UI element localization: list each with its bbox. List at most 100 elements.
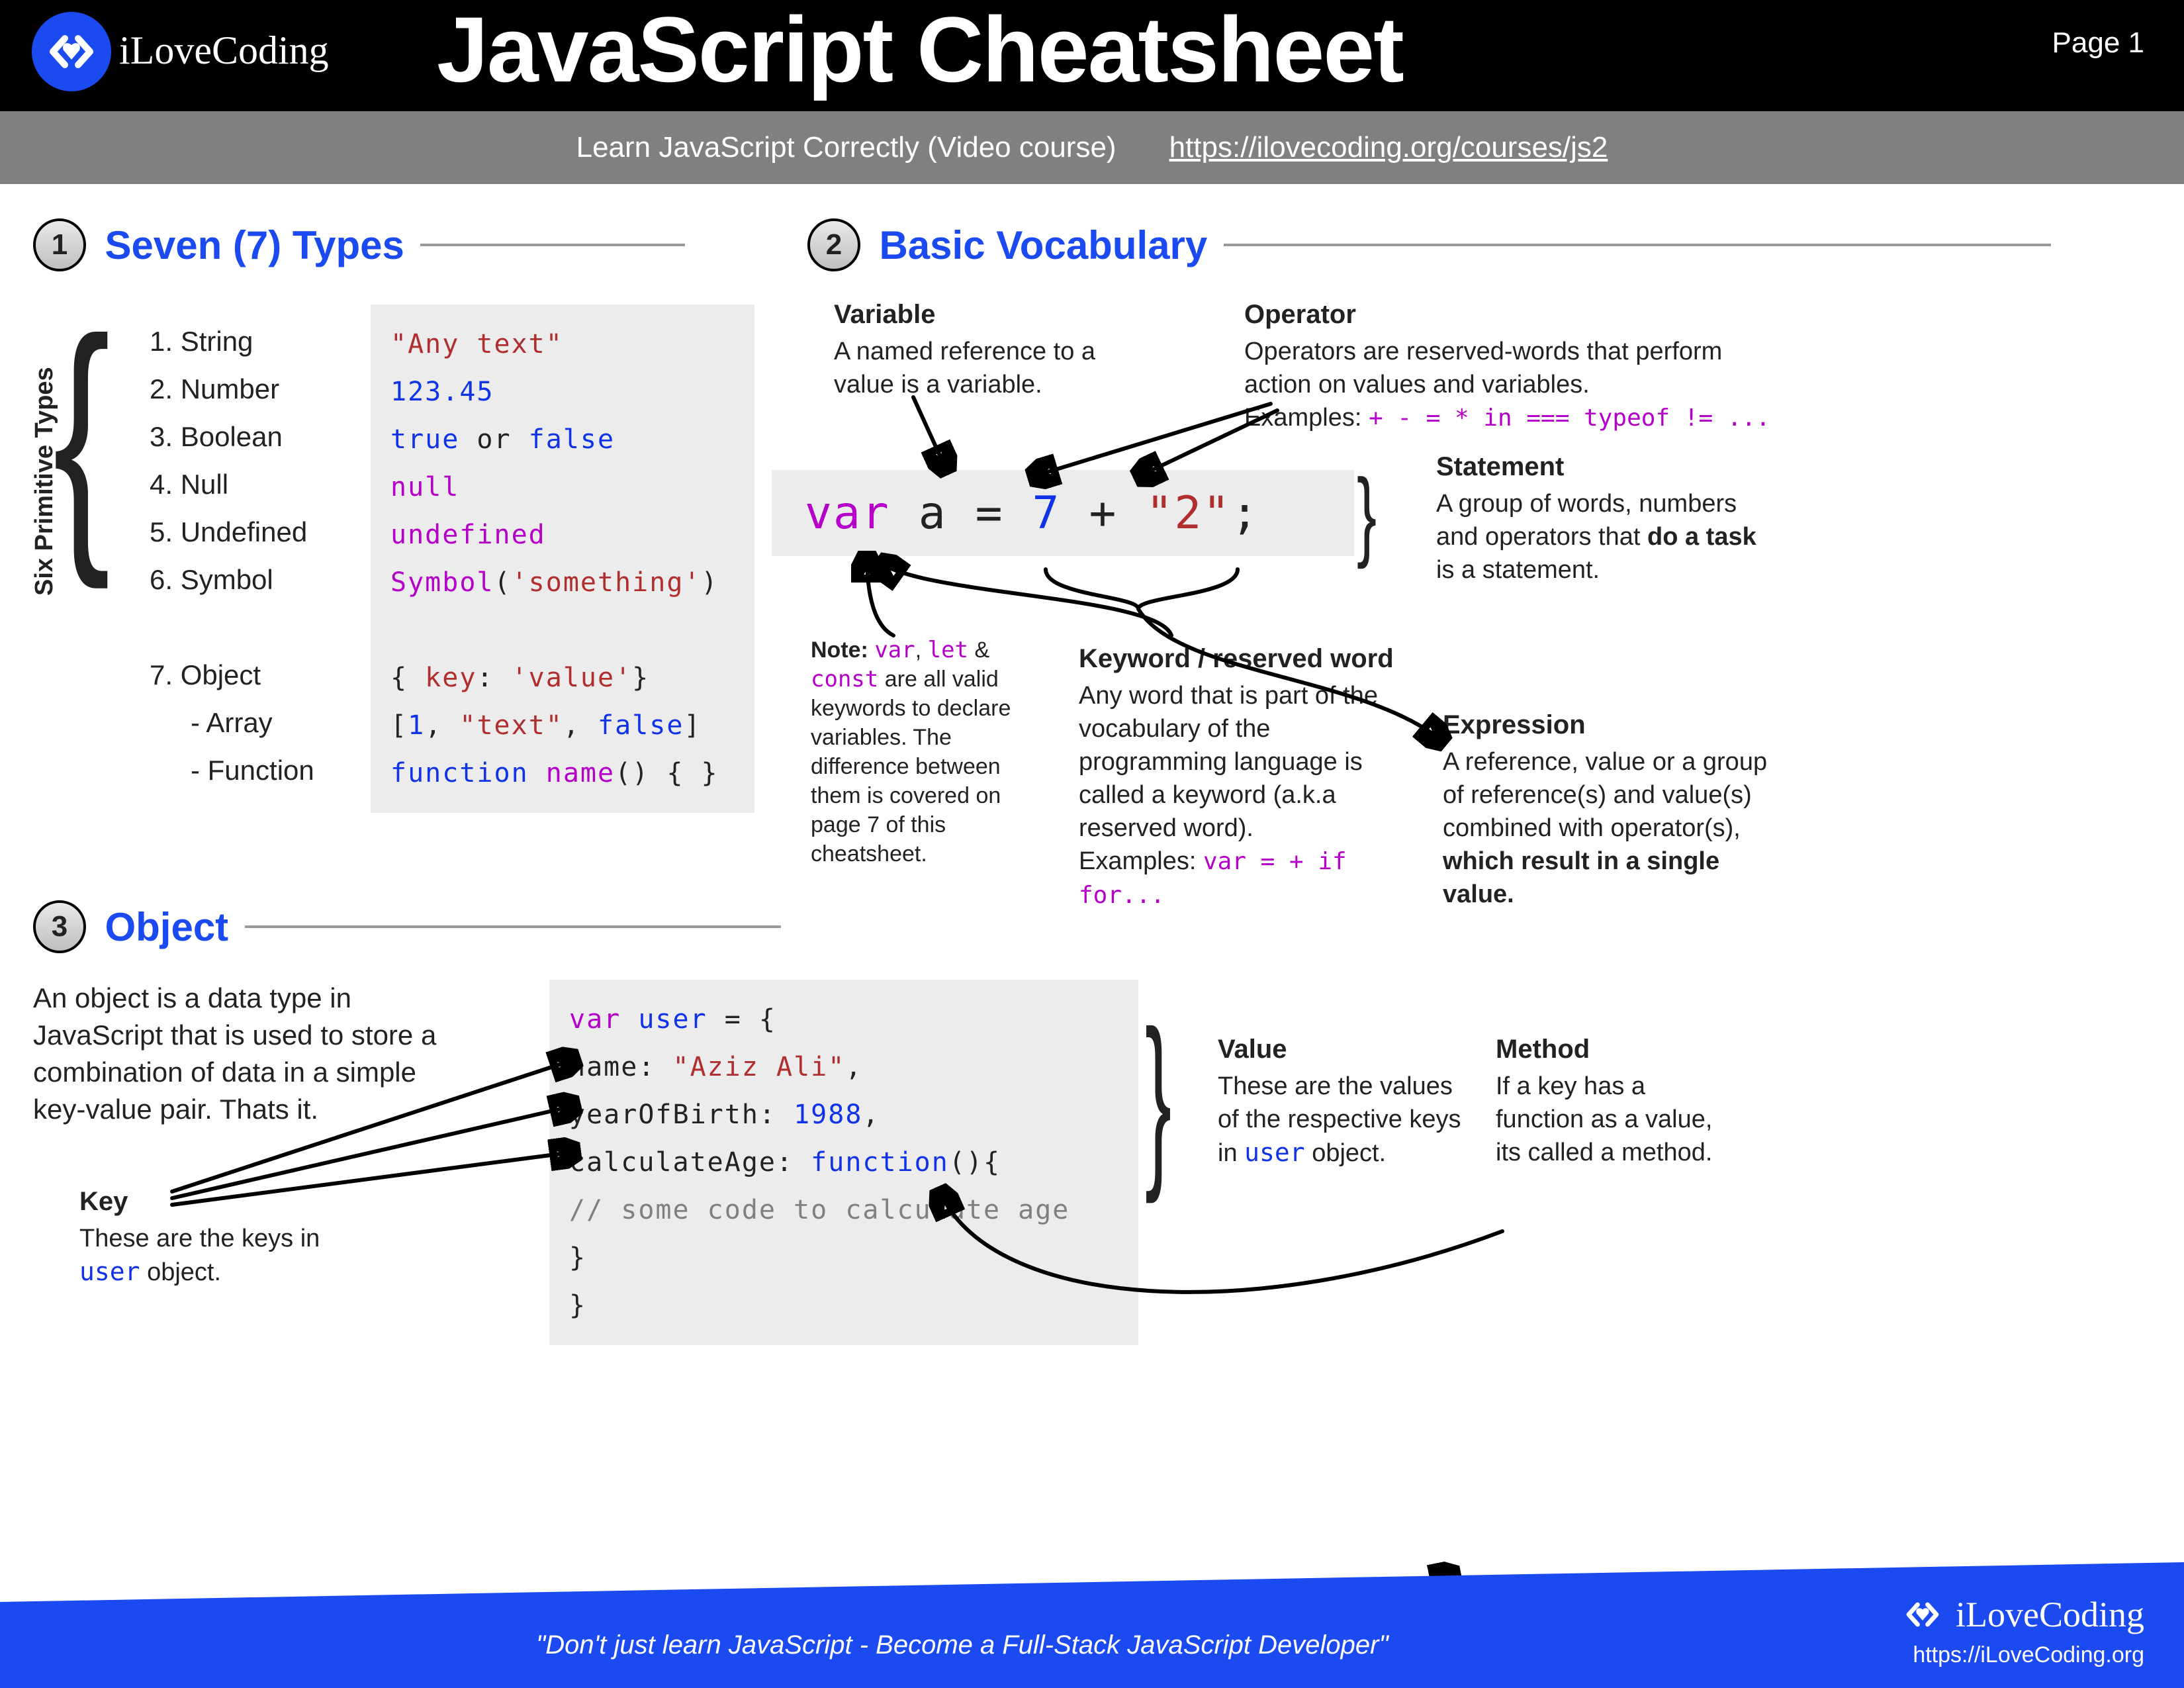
object-code-box: var user = { name: "Aziz Ali", yearOfBir… — [549, 980, 1138, 1345]
section-2-badge: 2 — [807, 218, 860, 271]
code-text: const — [811, 666, 878, 692]
code-text: 1 — [408, 710, 425, 741]
code-text: user — [1244, 1138, 1305, 1167]
code-text: 123.45 — [390, 377, 494, 407]
code-text: a — [919, 487, 976, 539]
code-text: 'value' — [512, 663, 633, 693]
code-text: 7 — [1032, 487, 1089, 539]
code-text: var — [805, 487, 919, 539]
type-item: 7. Object — [150, 651, 314, 699]
annotation-example-label: Examples: — [1244, 404, 1369, 432]
header-sub-bar: Learn JavaScript Correctly (Video course… — [0, 111, 2184, 184]
code-text: "Aziz Ali" — [673, 1052, 846, 1082]
section-2-heading: 2 Basic Vocabulary — [807, 218, 2051, 271]
code-text: ] — [684, 710, 701, 741]
type-item: 6. Symbol — [150, 556, 314, 604]
brand-logo-icon — [32, 12, 111, 91]
annotation-body: is a statement. — [1436, 556, 1600, 584]
type-item: 3. Boolean — [150, 413, 314, 461]
code-text: undefined — [390, 520, 546, 550]
section-3-badge: 3 — [33, 900, 86, 953]
code-text: user — [638, 1004, 724, 1035]
brace-icon: } — [1145, 988, 1171, 1207]
code-text: var — [874, 637, 915, 663]
brace-icon: { — [53, 299, 111, 575]
note-body: , — [915, 637, 928, 663]
code-text: "Any text" — [390, 329, 563, 359]
keyword-note: Note: var, let & const are all valid key… — [811, 635, 1056, 868]
code-text: true — [390, 424, 459, 455]
header-top-bar: iLoveCoding JavaScript Cheatsheet Page 1 — [0, 0, 2184, 111]
expression-annotation: Expression A reference, value or a group… — [1443, 708, 1787, 911]
code-text: } — [569, 1290, 586, 1321]
code-text: } — [632, 663, 649, 693]
object-description: An object is a data type in JavaScript t… — [33, 980, 470, 1128]
annotation-body: object. — [140, 1258, 222, 1286]
code-text: 1988 — [794, 1100, 862, 1130]
types-code-box: "Any text" 123.45 true or false null und… — [371, 305, 754, 813]
type-sub-item: - Array — [150, 699, 314, 747]
code-text: function — [390, 758, 529, 788]
method-annotation: Method If a key has a function as a valu… — [1496, 1033, 1734, 1169]
code-text: name: — [569, 1052, 673, 1082]
annotation-example: + - = * in === typeof != ... — [1369, 404, 1770, 432]
variable-annotation: Variable A named reference to a value is… — [834, 298, 1125, 401]
page-number-label: Page 1 — [2052, 26, 2144, 60]
annotation-body: Any word that is part of the vocabulary … — [1079, 682, 1378, 842]
section-1-badge: 1 — [33, 218, 86, 271]
header-subtitle: Learn JavaScript Correctly (Video course… — [576, 131, 1116, 164]
annotation-body: object. — [1305, 1139, 1387, 1167]
note-heading: Note: — [811, 637, 874, 663]
code-text: false — [598, 710, 684, 741]
type-item: 4. Null — [150, 461, 314, 508]
code-text: () { } — [615, 758, 719, 788]
code-text: [ — [390, 710, 408, 741]
footer-brand: iLoveCoding — [1956, 1594, 2144, 1635]
code-text: ) — [702, 567, 719, 598]
code-text: , — [862, 1100, 880, 1130]
code-text: yearOfBirth: — [569, 1100, 794, 1130]
code-text: , — [563, 710, 598, 741]
keyword-annotation: Keyword / reserved word Any word that is… — [1079, 642, 1423, 912]
course-link[interactable]: https://ilovecoding.org/courses/js2 — [1169, 131, 1608, 164]
code-text: name — [529, 758, 615, 788]
code-text: } — [569, 1243, 586, 1273]
code-text: let — [928, 637, 968, 663]
annotation-body: Operators are reserved-words that perfor… — [1244, 338, 1722, 399]
type-item: 1. String — [150, 318, 314, 365]
annotation-body: A reference, value or a group of referen… — [1443, 748, 1767, 842]
vocab-code-strip: var a = 7 + "2"; — [772, 470, 1354, 556]
code-text: false — [529, 424, 615, 455]
key-annotation: Key These are the keys in user object. — [79, 1185, 384, 1289]
annotation-body: which result in a single value. — [1443, 847, 1719, 908]
statement-annotation: Statement A group of words, numbers and … — [1436, 450, 1780, 586]
code-text: key — [425, 663, 477, 693]
annotation-heading: Key — [79, 1185, 384, 1218]
code-text: (){ — [949, 1147, 1001, 1178]
code-text: user — [79, 1257, 140, 1286]
type-sub-item: - Function — [150, 747, 314, 794]
footer-band — [0, 1562, 2184, 1688]
code-text: calculateAge: — [569, 1147, 811, 1178]
code-text: "text" — [459, 710, 563, 741]
code-text: , — [425, 710, 459, 741]
code-text: "2" — [1146, 487, 1231, 539]
section-3-heading: 3 Object — [33, 900, 781, 953]
code-text: var — [569, 1004, 638, 1035]
type-item: 5. Undefined — [150, 508, 314, 556]
code-text: , — [845, 1052, 862, 1082]
annotation-body: do a task — [1647, 523, 1756, 551]
code-text: or — [459, 424, 528, 455]
footer-logo: iLoveCoding — [1903, 1594, 2144, 1635]
annotation-heading: Value — [1218, 1033, 1469, 1066]
brace-icon: } — [1357, 457, 1377, 571]
code-text: null — [390, 472, 459, 502]
section-3-title: Object — [105, 904, 228, 950]
annotation-heading: Operator — [1244, 298, 1780, 331]
footer-url[interactable]: https://iLoveCoding.org — [1913, 1642, 2144, 1668]
brand-name: iLoveCoding — [119, 28, 329, 73]
code-text: Symbol — [390, 567, 494, 598]
annotation-heading: Expression — [1443, 708, 1787, 741]
code-text: ; — [1231, 487, 1259, 539]
annotation-body: A named reference to a value is a variab… — [834, 338, 1095, 399]
